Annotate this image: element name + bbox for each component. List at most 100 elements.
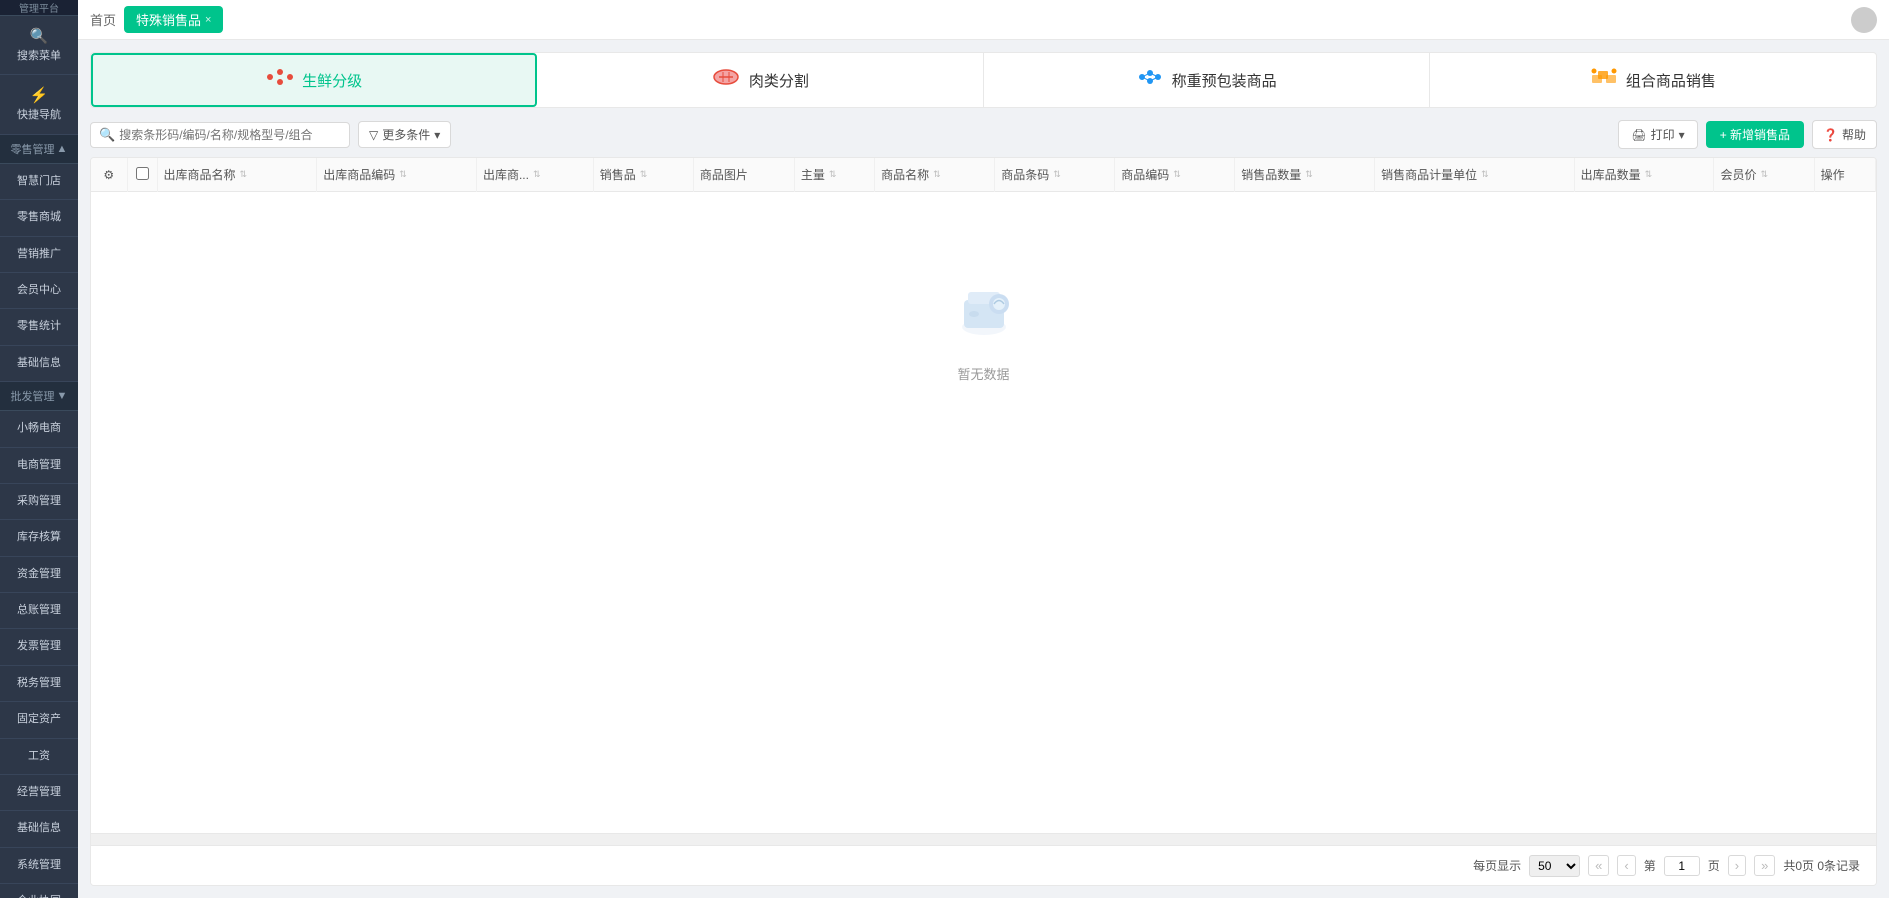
th-goods-name[interactable]: 商品名称 ⇅ <box>875 158 995 192</box>
th-sale-qty-label: 销售品数量 <box>1241 166 1301 183</box>
topbar-right <box>1851 7 1877 33</box>
sidebar-item-ecom[interactable]: 电商管理 <box>0 448 78 484</box>
th-sale-item[interactable]: 销售品 ⇅ <box>593 158 693 192</box>
help-button[interactable]: ❓ 帮助 <box>1812 120 1877 149</box>
sidebar-item-base-info[interactable]: 基础信息 <box>0 811 78 847</box>
th-sale-unit-label: 销售商品计量单位 <box>1381 166 1477 183</box>
th-out-name[interactable]: 出库商品名称 ⇅ <box>157 158 317 192</box>
th-out-spec[interactable]: 出库商... ⇅ <box>476 158 593 192</box>
last-page-btn[interactable]: » <box>1754 855 1775 876</box>
th-settings[interactable]: ⚙ <box>91 158 127 192</box>
th-img-label: 商品图片 <box>700 166 748 183</box>
sidebar-item-cooperation[interactable]: 企业协同 <box>0 884 78 898</box>
th-weight-label: 主量 <box>801 166 825 183</box>
th-sale-qty[interactable]: 销售品数量 ⇅ <box>1235 158 1375 192</box>
pagination: 每页显示 10 20 50 100 « ‹ 第 页 › » 共0页 0条记录 <box>91 845 1876 885</box>
add-label: + 新增销售品 <box>1720 126 1790 143</box>
page-input[interactable] <box>1664 856 1700 876</box>
combo-icon <box>1590 67 1618 93</box>
next-page-btn[interactable]: › <box>1728 855 1746 876</box>
sidebar-item-mini-shop[interactable]: 小畅电商 <box>0 411 78 447</box>
active-tab[interactable]: 特殊销售品 × <box>124 6 223 33</box>
search-icon: 🔍 <box>99 127 115 143</box>
sidebar-item-salary[interactable]: 工资 <box>0 739 78 775</box>
sidebar-item-finance[interactable]: 资金管理 <box>0 557 78 593</box>
sidebar-item-fixed-assets[interactable]: 固定资产 <box>0 702 78 738</box>
sidebar-item-basic-info[interactable]: 基础信息 <box>0 346 78 382</box>
sidebar-item-inventory[interactable]: 库存核算 <box>0 520 78 556</box>
sort-arrows-out-code: ⇅ <box>399 169 407 180</box>
sidebar-item-smart-store[interactable]: 智慧门店 <box>0 164 78 200</box>
th-goods-name-label: 商品名称 <box>881 166 929 183</box>
add-sale-item-button[interactable]: + 新增销售品 <box>1706 121 1804 148</box>
sidebar-item-promotion[interactable]: 营销推广 <box>0 237 78 273</box>
tab-close-btn[interactable]: × <box>205 14 211 26</box>
empty-text: 暂无数据 <box>957 364 1009 383</box>
search-input[interactable] <box>119 128 341 142</box>
per-page-select[interactable]: 10 20 50 100 <box>1529 855 1580 877</box>
cat-tab-weight-pack[interactable]: 称重预包装商品 <box>984 53 1430 107</box>
cat-tab-combo[interactable]: 组合商品销售 <box>1430 53 1876 107</box>
th-out-name-label: 出库商品名称 <box>164 166 236 183</box>
bottom-scrollbar[interactable] <box>91 833 1876 845</box>
empty-state: 暂无数据 <box>91 192 1876 463</box>
th-weight[interactable]: 主量 ⇅ <box>794 158 874 192</box>
search-box[interactable]: 🔍 <box>90 122 350 148</box>
category-tabs: 生鲜分级 肉类分割 <box>90 52 1877 108</box>
toolbar-right: 🖨 打印 ▾ + 新增销售品 ❓ 帮助 <box>1618 120 1877 149</box>
sidebar-section-wholesale[interactable]: 批发管理 ▼ <box>0 382 78 411</box>
th-img[interactable]: 商品图片 <box>693 158 794 192</box>
chevron-down-icon: ▲ <box>57 143 68 155</box>
sidebar-item-retail-mall[interactable]: 零售商城 <box>0 200 78 236</box>
sidebar-item-tax[interactable]: 税务管理 <box>0 666 78 702</box>
th-out-qty[interactable]: 出库品数量 ⇅ <box>1574 158 1714 192</box>
th-out-code[interactable]: 出库商品编码 ⇅ <box>317 158 477 192</box>
meat-cut-icon <box>711 67 741 93</box>
empty-icon <box>944 272 1024 352</box>
help-label: 帮助 <box>1842 126 1866 143</box>
sort-arrows-sale-item: ⇅ <box>640 169 648 180</box>
sidebar-section-retail[interactable]: 零售管理 ▲ <box>0 135 78 164</box>
sidebar-item-purchase[interactable]: 采购管理 <box>0 484 78 520</box>
cat-tab-meat-cut[interactable]: 肉类分割 <box>537 53 983 107</box>
filter-label: 更多条件 <box>382 126 430 143</box>
cat-tab-fresh-grade[interactable]: 生鲜分级 <box>91 53 537 107</box>
breadcrumb-home[interactable]: 首页 <box>90 10 116 29</box>
th-action: 操作 <box>1814 158 1875 192</box>
sidebar-item-system[interactable]: 系统管理 <box>0 848 78 884</box>
sidebar-item-member[interactable]: 会员中心 <box>0 273 78 309</box>
sidebar-item-quick-nav[interactable]: ⚡ 快捷导航 <box>0 75 78 134</box>
sort-arrows-out-qty: ⇅ <box>1645 169 1653 180</box>
toolbar-left: 🔍 ▽ 更多条件 ▾ <box>90 121 451 148</box>
print-icon: 🖨 <box>1631 128 1646 142</box>
sort-arrows-member-price: ⇅ <box>1760 169 1768 180</box>
table-header-row: ⚙ 出库商品名称 ⇅ <box>91 158 1876 192</box>
sort-arrows-weight: ⇅ <box>829 169 837 180</box>
prev-page-btn[interactable]: ‹ <box>1617 855 1635 876</box>
th-out-spec-label: 出库商... <box>483 166 529 183</box>
table-scroll[interactable]: ⚙ 出库商品名称 ⇅ <box>91 158 1876 833</box>
chevron-down-icon: ▾ <box>1679 128 1685 142</box>
sidebar: 管理平台 🔍 搜索菜单 ⚡ 快捷导航 零售管理 ▲ 智慧门店 零售商城 营销推广… <box>0 0 78 898</box>
chevron-right-icon: ▼ <box>57 390 68 402</box>
th-barcode-label: 商品条码 <box>1001 166 1049 183</box>
select-all-checkbox[interactable] <box>136 167 149 180</box>
sidebar-item-search[interactable]: 🔍 搜索菜单 <box>0 16 78 75</box>
weight-pack-icon <box>1136 67 1164 93</box>
th-sale-unit[interactable]: 销售商品计量单位 ⇅ <box>1375 158 1574 192</box>
sidebar-item-operations[interactable]: 经营管理 <box>0 775 78 811</box>
th-barcode[interactable]: 商品条码 ⇅ <box>995 158 1115 192</box>
th-member-price-label: 会员价 <box>1720 166 1756 183</box>
sidebar-item-invoice[interactable]: 发票管理 <box>0 629 78 665</box>
th-goods-code[interactable]: 商品编码 ⇅ <box>1115 158 1235 192</box>
th-member-price[interactable]: 会员价 ⇅ <box>1714 158 1814 192</box>
sidebar-item-ledger[interactable]: 总账管理 <box>0 593 78 629</box>
print-button[interactable]: 🖨 打印 ▾ <box>1618 120 1697 149</box>
filter-button[interactable]: ▽ 更多条件 ▾ <box>358 121 451 148</box>
sidebar-item-retail-stats[interactable]: 零售统计 <box>0 309 78 345</box>
first-page-btn[interactable]: « <box>1588 855 1609 876</box>
per-page-label: 每页显示 <box>1473 857 1521 874</box>
th-check[interactable] <box>127 158 157 192</box>
cat-tab-meat-cut-label: 肉类分割 <box>749 70 809 91</box>
main-content: 首页 特殊销售品 × 生鲜分级 <box>78 0 1889 898</box>
